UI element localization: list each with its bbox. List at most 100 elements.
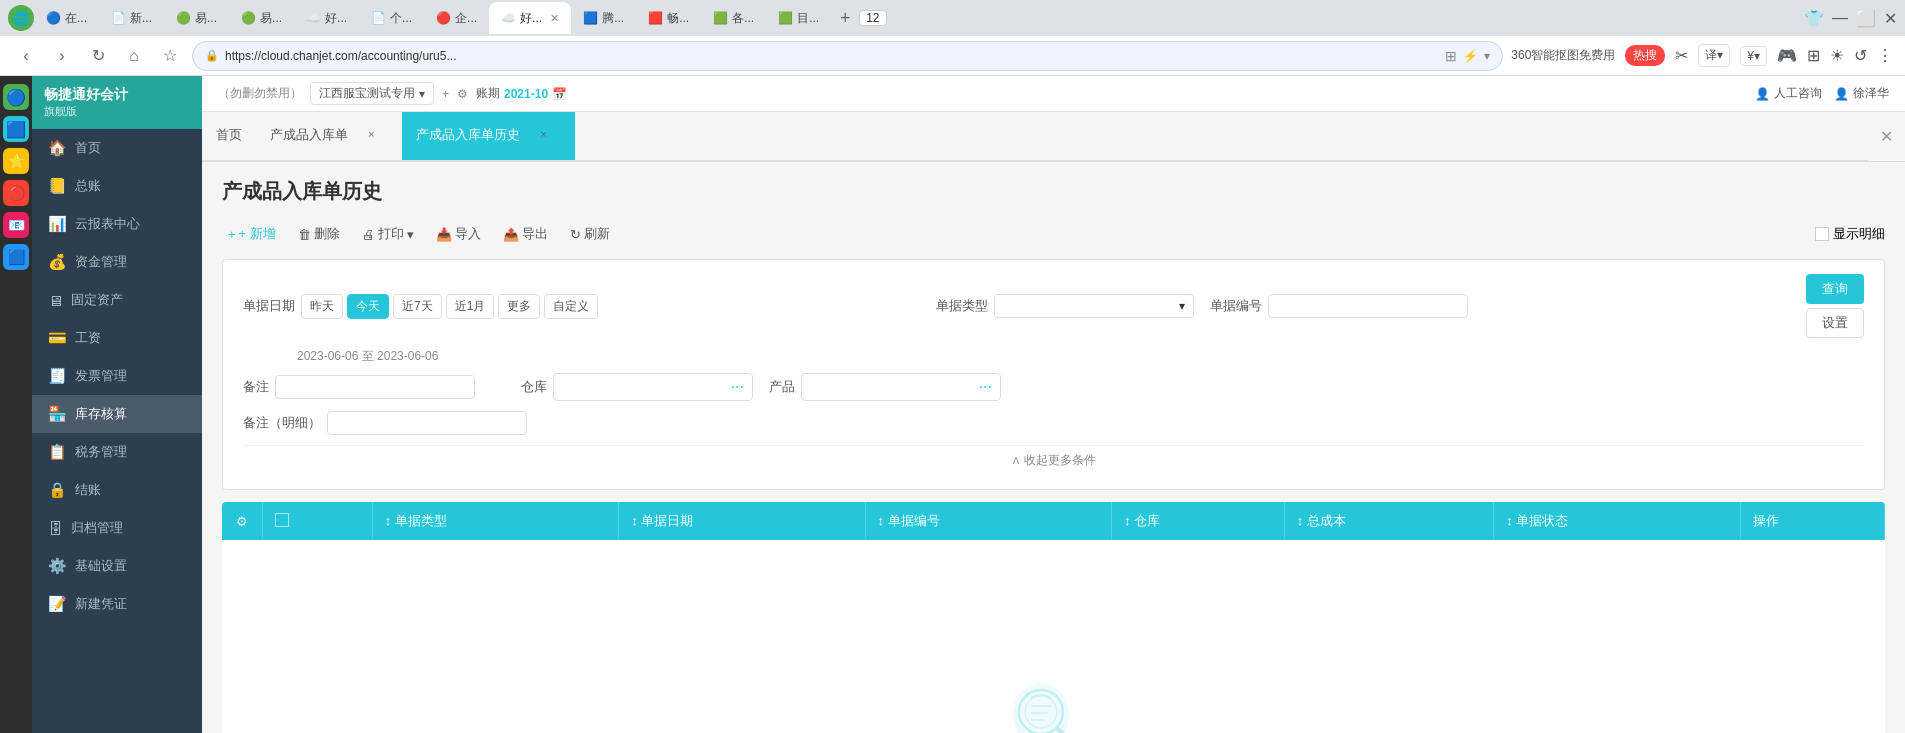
- tab-close-icon[interactable]: ✕: [550, 12, 559, 25]
- breadcrumb-home[interactable]: 首页: [202, 118, 256, 154]
- add-account-button[interactable]: +: [442, 87, 449, 101]
- browser-tab-9[interactable]: 🟦腾...: [571, 2, 636, 34]
- query-button[interactable]: 查询: [1806, 274, 1864, 304]
- browser-tab-5[interactable]: ☁️好...: [294, 2, 359, 34]
- new-tab-button[interactable]: +: [831, 4, 859, 32]
- sidebar-item-closing[interactable]: 🔒 结账: [32, 471, 202, 509]
- layout-btn[interactable]: ⊞: [1807, 46, 1820, 65]
- import-button[interactable]: 📥 导入: [430, 221, 487, 247]
- close-panel-button[interactable]: ✕: [1868, 123, 1905, 150]
- browser-tab-4[interactable]: 🟢易...: [229, 2, 294, 34]
- th-bill-type[interactable]: ↕ 单据类型: [372, 502, 618, 540]
- th-check[interactable]: [262, 502, 372, 540]
- close-button[interactable]: ✕: [1884, 9, 1897, 28]
- calendar-icon[interactable]: 📅: [552, 87, 567, 101]
- breadcrumb-bar: 首页 产成品入库单 × 产成品入库单历史 × ✕: [202, 112, 1905, 162]
- account-selector[interactable]: 江西服宝测试专用 ▾: [310, 82, 434, 105]
- app-icon-6[interactable]: 🟦: [3, 244, 29, 270]
- theme-btn[interactable]: ☀: [1830, 46, 1844, 65]
- sidebar-item-newbill[interactable]: 📝 新建凭证: [32, 585, 202, 623]
- collapse-button[interactable]: ∧ 收起更多条件: [243, 445, 1864, 475]
- breadcrumb-billlist[interactable]: 产成品入库单 ×: [256, 112, 402, 160]
- warehouse-select[interactable]: ···: [553, 373, 753, 401]
- browser-tab-1[interactable]: 🔵在...: [34, 2, 99, 34]
- sidebar-item-settings[interactable]: ⚙️ 基础设置: [32, 547, 202, 585]
- page-content: 产成品入库单历史 + + 新增 🗑 删除 🖨 打印 ▾ 📥: [202, 162, 1905, 733]
- browser-tab-8[interactable]: ☁️好... ✕: [489, 2, 571, 34]
- more-btn[interactable]: ⋮: [1877, 46, 1893, 65]
- warehouse-dots[interactable]: ···: [731, 378, 744, 396]
- product-dots[interactable]: ···: [979, 378, 992, 396]
- yen-btn[interactable]: ¥▾: [1740, 46, 1767, 66]
- breadcrumb-billhistory[interactable]: 产成品入库单历史 ×: [402, 112, 574, 160]
- sidebar-item-ledger[interactable]: 📒 总账: [32, 167, 202, 205]
- sync-btn[interactable]: ↺: [1854, 46, 1867, 65]
- browser-tab-10[interactable]: 🟥畅...: [636, 2, 701, 34]
- date-btn-1month[interactable]: 近1月: [446, 294, 495, 319]
- print-button[interactable]: 🖨 打印 ▾: [356, 221, 420, 247]
- breadcrumb-billhistory-close[interactable]: ×: [526, 120, 560, 150]
- app-icon-5[interactable]: 📧: [3, 212, 29, 238]
- th-warehouse[interactable]: ↕ 仓库: [1111, 502, 1284, 540]
- settings-gear-button[interactable]: ⚙: [457, 87, 468, 101]
- refresh-button[interactable]: ↻ 刷新: [564, 221, 616, 247]
- app-icon-4[interactable]: 🔴: [3, 180, 29, 206]
- home-button[interactable]: ⌂: [120, 42, 148, 70]
- date-btn-yesterday[interactable]: 昨天: [301, 294, 343, 319]
- lightning-icon: ⚡: [1463, 49, 1478, 63]
- sidebar-item-invoice[interactable]: 🧾 发票管理: [32, 357, 202, 395]
- date-btn-7days[interactable]: 近7天: [393, 294, 442, 319]
- browser-tab-12[interactable]: 🟩目...: [766, 2, 831, 34]
- export-button[interactable]: 📤 导出: [497, 221, 554, 247]
- th-bill-no[interactable]: ↕ 单据编号: [865, 502, 1111, 540]
- sidebar-item-tax[interactable]: 📋 税务管理: [32, 433, 202, 471]
- translate-btn[interactable]: 译▾: [1698, 44, 1730, 67]
- date-btn-custom[interactable]: 自定义: [544, 294, 598, 319]
- refresh-button[interactable]: ↻: [84, 42, 112, 70]
- bookmark-button[interactable]: ☆: [156, 42, 184, 70]
- app-icon-1[interactable]: 🔵: [3, 84, 29, 110]
- browser-chrome: 🌐 🔵在... 📄新... 🟢易... 🟢易... ☁️好... 📄个... 🔴…: [0, 0, 1905, 76]
- app-icon-2[interactable]: 🟦: [3, 116, 29, 142]
- browser-tab-11[interactable]: 🟩各...: [701, 2, 766, 34]
- th-bill-status[interactable]: ↕ 单据状态: [1494, 502, 1740, 540]
- sidebar-item-inventory[interactable]: 🏪 库存核算: [32, 395, 202, 433]
- minimize-button[interactable]: —: [1832, 9, 1848, 27]
- delete-button[interactable]: 🗑 删除: [292, 221, 346, 247]
- user-avatar[interactable]: 👤 徐泽华: [1834, 85, 1889, 102]
- sidebar-item-home[interactable]: 🏠 首页: [32, 129, 202, 167]
- sidebar-item-archive[interactable]: 🗄 归档管理: [32, 509, 202, 547]
- note-detail-input[interactable]: [327, 411, 527, 435]
- dropdown-arrow[interactable]: ▾: [1484, 49, 1490, 63]
- note-input[interactable]: [275, 375, 475, 399]
- back-button[interactable]: ‹: [12, 42, 40, 70]
- th-bill-date[interactable]: ↕ 单据日期: [619, 502, 865, 540]
- search-row-1: 单据日期 昨天 今天 近7天 近1月 更多 自定义 单据类型: [243, 274, 1864, 338]
- forward-button[interactable]: ›: [48, 42, 76, 70]
- sidebar-item-payroll[interactable]: 💳 工资: [32, 319, 202, 357]
- browser-tab-6[interactable]: 📄个...: [359, 2, 424, 34]
- sidebar-item-assets[interactable]: 🖥 固定资产: [32, 281, 202, 319]
- browser-tab-2[interactable]: 📄新...: [99, 2, 164, 34]
- browser-tab-7[interactable]: 🔴企...: [424, 2, 489, 34]
- game-btn[interactable]: 🎮: [1777, 46, 1797, 65]
- th-total-cost[interactable]: ↕ 总成本: [1284, 502, 1494, 540]
- hot-search-badge[interactable]: 热搜: [1625, 45, 1665, 66]
- date-btn-today[interactable]: 今天: [347, 294, 389, 319]
- url-bar[interactable]: 🔒 https://cloud.chanjet.com/accounting/u…: [192, 41, 1503, 71]
- settings-button[interactable]: 设置: [1806, 308, 1864, 338]
- app-icon-3[interactable]: ⭐: [3, 148, 29, 174]
- add-button[interactable]: + + 新增: [222, 221, 282, 247]
- user-service[interactable]: 👤 人工咨询: [1755, 85, 1822, 102]
- breadcrumb-billlist-close[interactable]: ×: [354, 120, 388, 150]
- bill-type-select[interactable]: ▾: [994, 294, 1194, 318]
- browser-tab-3[interactable]: 🟢易...: [164, 2, 229, 34]
- maximize-button[interactable]: ⬜: [1856, 9, 1876, 28]
- sidebar-item-report[interactable]: 📊 云报表中心: [32, 205, 202, 243]
- bill-no-input[interactable]: [1268, 294, 1468, 318]
- th-settings[interactable]: ⚙: [222, 502, 262, 540]
- product-select[interactable]: ···: [801, 373, 1001, 401]
- date-btn-more[interactable]: 更多: [498, 294, 540, 319]
- sidebar-item-finance[interactable]: 💰 资金管理: [32, 243, 202, 281]
- show-cols-checkbox[interactable]: 显示明细: [1815, 225, 1885, 243]
